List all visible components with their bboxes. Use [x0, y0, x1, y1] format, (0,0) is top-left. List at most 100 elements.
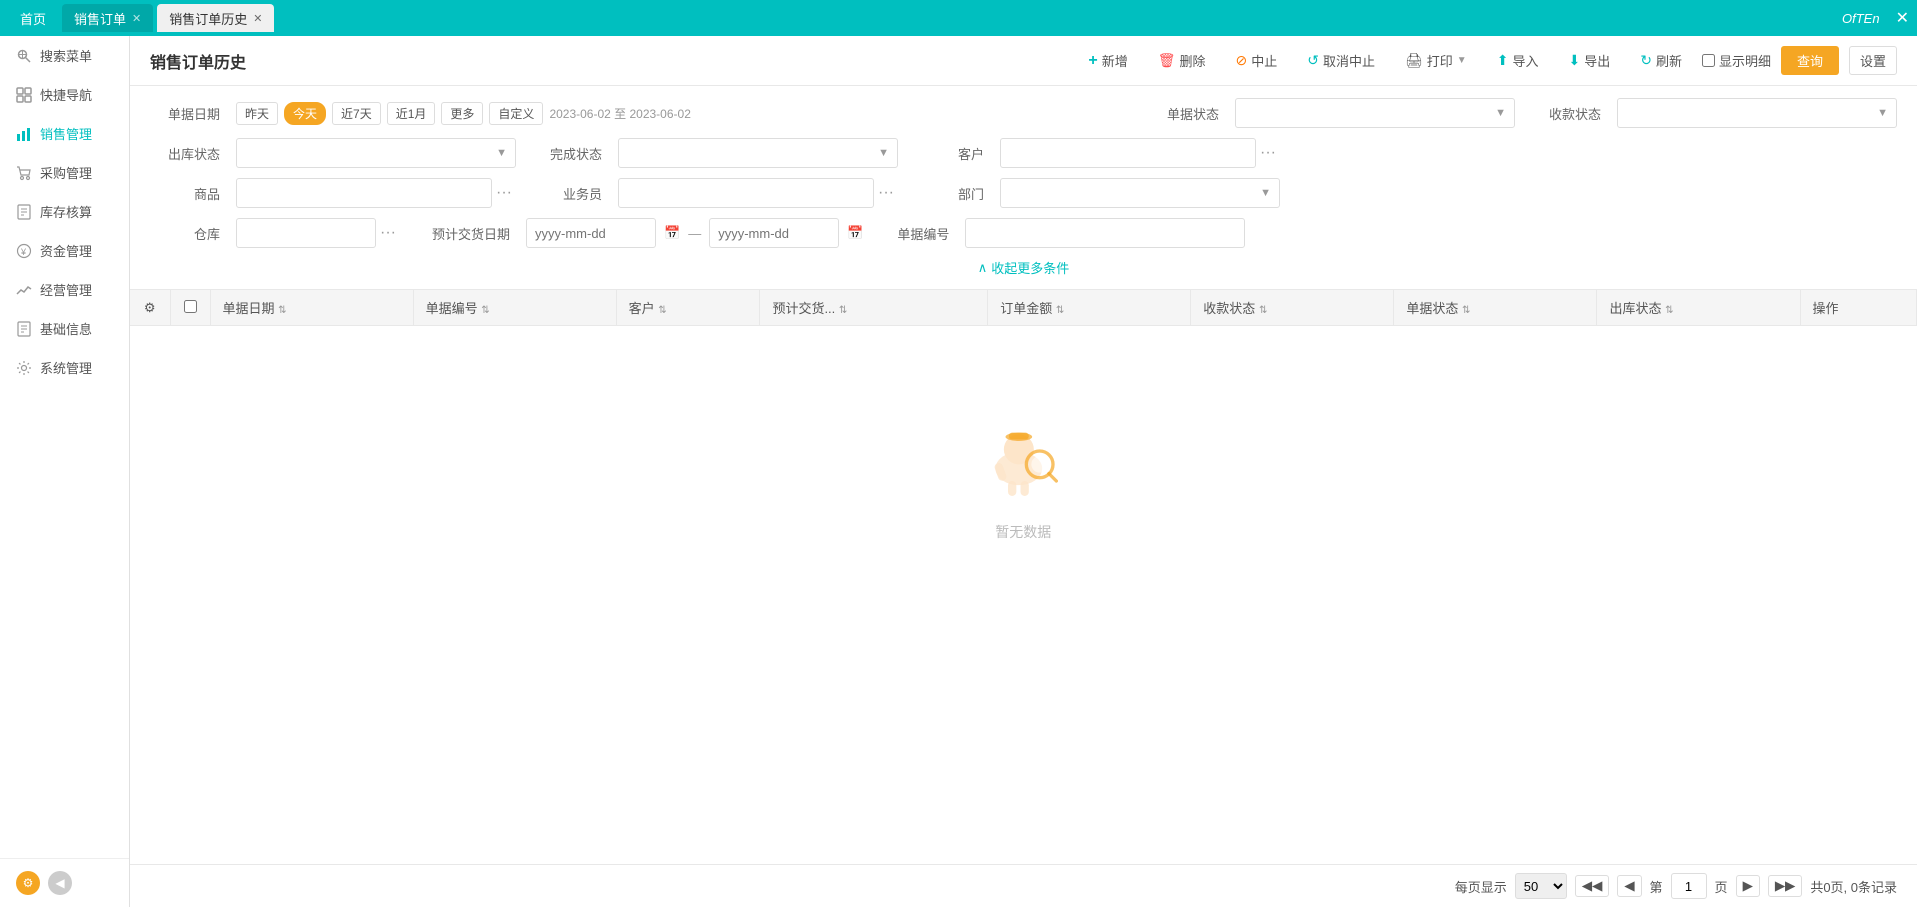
cancel-stop-label: 取消中止 [1323, 51, 1375, 70]
empty-state-row: 暂无数据 [130, 326, 1917, 623]
date-btn-yesterday[interactable]: 昨天 [236, 102, 278, 125]
sidebar-item-search-menu-label: 搜索菜单 [40, 46, 92, 65]
tab-sales-order-close[interactable]: ✕ [132, 12, 141, 25]
collection-status-label: 收款状态 [1531, 104, 1601, 123]
date-dash: — [684, 226, 705, 241]
cal-start-icon[interactable]: 📅 [664, 225, 680, 241]
chevron-up-icon: ∧ [978, 260, 988, 276]
sort-bill-status-icon[interactable]: ⇅ [1462, 305, 1470, 316]
export-button[interactable]: ⬇ 导出 [1558, 46, 1620, 75]
tab-sales-order-history[interactable]: 销售订单历史 ✕ [157, 4, 274, 32]
collapse-btn[interactable]: ∧ 收起更多条件 [150, 258, 1897, 277]
sidebar-collapse-icon[interactable]: ◀ [48, 871, 72, 895]
out-status-select[interactable]: ▼ [236, 138, 516, 168]
import-button[interactable]: ⬆ 导入 [1487, 46, 1549, 75]
page-size-label: 每页显示 [1455, 877, 1507, 896]
customer-dots-btn[interactable]: ··· [1256, 144, 1280, 162]
stop-icon: ⊘ [1236, 52, 1248, 69]
sidebar-item-purchase-mgmt-label: 采购管理 [40, 163, 92, 182]
sidebar-item-system-mgmt-label: 系统管理 [40, 358, 92, 377]
prev-page-btn[interactable]: ◀ [1617, 875, 1641, 897]
sidebar-item-operations-mgmt[interactable]: 经营管理 [0, 270, 129, 309]
stop-button[interactable]: ⊘ 中止 [1226, 46, 1288, 75]
tab-home[interactable]: 首页 [8, 4, 58, 32]
sidebar-item-basic-info-label: 基础信息 [40, 319, 92, 338]
th-checkbox[interactable] [170, 290, 210, 326]
page-size-select[interactable]: 50 10 20 100 [1515, 873, 1567, 899]
salesman-dots-btn[interactable]: ··· [874, 184, 898, 202]
filter-area: 单据日期 昨天 今天 近7天 近1月 更多 自定义 2023-06-02 至 2… [130, 86, 1917, 290]
collapse-label: 收起更多条件 [991, 258, 1069, 277]
cal-end-icon[interactable]: 📅 [847, 225, 863, 241]
refresh-button[interactable]: ↻ 刷新 [1630, 46, 1692, 75]
sort-collection-status-icon[interactable]: ⇅ [1259, 305, 1267, 316]
quick-nav-icon [16, 87, 32, 103]
goods-dots-btn[interactable]: ··· [492, 184, 516, 202]
bill-status-select[interactable]: ▼ [1235, 98, 1515, 128]
filter-row-2: 出库状态 ▼ 完成状态 ▼ 客户 ··· [150, 138, 1897, 168]
settings-icon: ⚙ [144, 300, 156, 315]
add-label: 新增 [1102, 51, 1128, 70]
sidebar-settings-icon[interactable]: ⚙ [16, 871, 40, 895]
collection-status-select[interactable]: ▼ [1617, 98, 1897, 128]
refresh-label: 刷新 [1656, 51, 1682, 70]
bill-number-input[interactable] [965, 218, 1245, 248]
empty-state: 暂无数据 [130, 326, 1917, 622]
finance-mgmt-icon: ¥ [16, 243, 32, 259]
delete-label: 删除 [1179, 51, 1205, 70]
sidebar-item-search-menu[interactable]: 搜索菜单 [0, 36, 129, 75]
sort-amount-icon[interactable]: ⇅ [1056, 305, 1064, 316]
table-container: ⚙ 单据日期 ⇅ 单据编号 ⇅ [130, 290, 1917, 864]
next-page-btn[interactable]: ▶ [1736, 875, 1760, 897]
show-detail-checkbox-label[interactable]: 显示明细 [1702, 51, 1771, 70]
page-input[interactable] [1671, 873, 1707, 899]
expected-date-end[interactable] [709, 218, 839, 248]
tab-home-label: 首页 [20, 9, 46, 28]
sidebar-item-basic-info[interactable]: 基础信息 [0, 309, 129, 348]
empty-state-cell: 暂无数据 [130, 326, 1917, 623]
select-all-checkbox[interactable] [184, 300, 197, 313]
sidebar-item-quick-nav[interactable]: 快捷导航 [0, 75, 129, 114]
empty-illustration [973, 406, 1073, 506]
date-btn-last7[interactable]: 近7天 [332, 102, 381, 125]
sidebar: 搜索菜单 快捷导航 销售管理 采购管理 库存核算 [0, 36, 130, 907]
sort-customer-icon[interactable]: ⇅ [658, 305, 666, 316]
date-btn-last1month[interactable]: 近1月 [387, 102, 436, 125]
show-detail-checkbox[interactable] [1702, 54, 1715, 67]
content-area: 销售订单历史 + 新增 🗑 删除 ⊘ 中止 ↺ 取消中止 [130, 36, 1917, 907]
tab-sales-order-history-label: 销售订单历史 [169, 9, 247, 28]
th-settings[interactable]: ⚙ [130, 290, 170, 326]
sidebar-item-purchase-mgmt[interactable]: 采购管理 [0, 153, 129, 192]
dept-select[interactable]: ▼ [1000, 178, 1280, 208]
first-page-btn[interactable]: ◀◀ [1575, 875, 1610, 897]
sort-date-icon[interactable]: ⇅ [278, 305, 286, 316]
sidebar-item-inventory-calc[interactable]: 库存核算 [0, 192, 129, 231]
print-button[interactable]: 🖨 打印 ▼ [1395, 46, 1477, 75]
date-btn-today[interactable]: 今天 [284, 102, 326, 125]
page-go-label: 第 [1650, 877, 1663, 896]
show-detail-label: 显示明细 [1719, 51, 1771, 70]
export-icon: ⬇ [1568, 52, 1580, 69]
date-btn-custom[interactable]: 自定义 [489, 102, 543, 125]
date-btn-more[interactable]: 更多 [441, 102, 483, 125]
purchase-mgmt-icon [16, 165, 32, 181]
tab-sales-order-history-close[interactable]: ✕ [253, 12, 262, 25]
top-bar-right: OfTEn ✕ [1842, 8, 1909, 28]
tab-sales-order[interactable]: 销售订单 ✕ [62, 4, 153, 32]
sort-number-icon[interactable]: ⇅ [481, 305, 489, 316]
sort-out-status-icon[interactable]: ⇅ [1665, 305, 1673, 316]
query-button[interactable]: 查询 [1781, 46, 1839, 75]
sort-expected-date-icon[interactable]: ⇅ [839, 305, 847, 316]
window-close-btn[interactable]: ✕ [1896, 8, 1909, 28]
add-button[interactable]: + 新增 [1078, 46, 1137, 75]
sidebar-item-finance-mgmt[interactable]: ¥ 资金管理 [0, 231, 129, 270]
sidebar-item-system-mgmt[interactable]: 系统管理 [0, 348, 129, 387]
last-page-btn[interactable]: ▶▶ [1768, 875, 1803, 897]
sidebar-item-sales-mgmt[interactable]: 销售管理 [0, 114, 129, 153]
warehouse-dots-btn[interactable]: ··· [376, 224, 400, 242]
cancel-stop-button[interactable]: ↺ 取消中止 [1297, 46, 1385, 75]
complete-status-select[interactable]: ▼ [618, 138, 898, 168]
delete-button[interactable]: 🗑 删除 [1148, 46, 1216, 75]
settings-button[interactable]: 设置 [1849, 46, 1897, 75]
expected-date-start[interactable] [526, 218, 656, 248]
